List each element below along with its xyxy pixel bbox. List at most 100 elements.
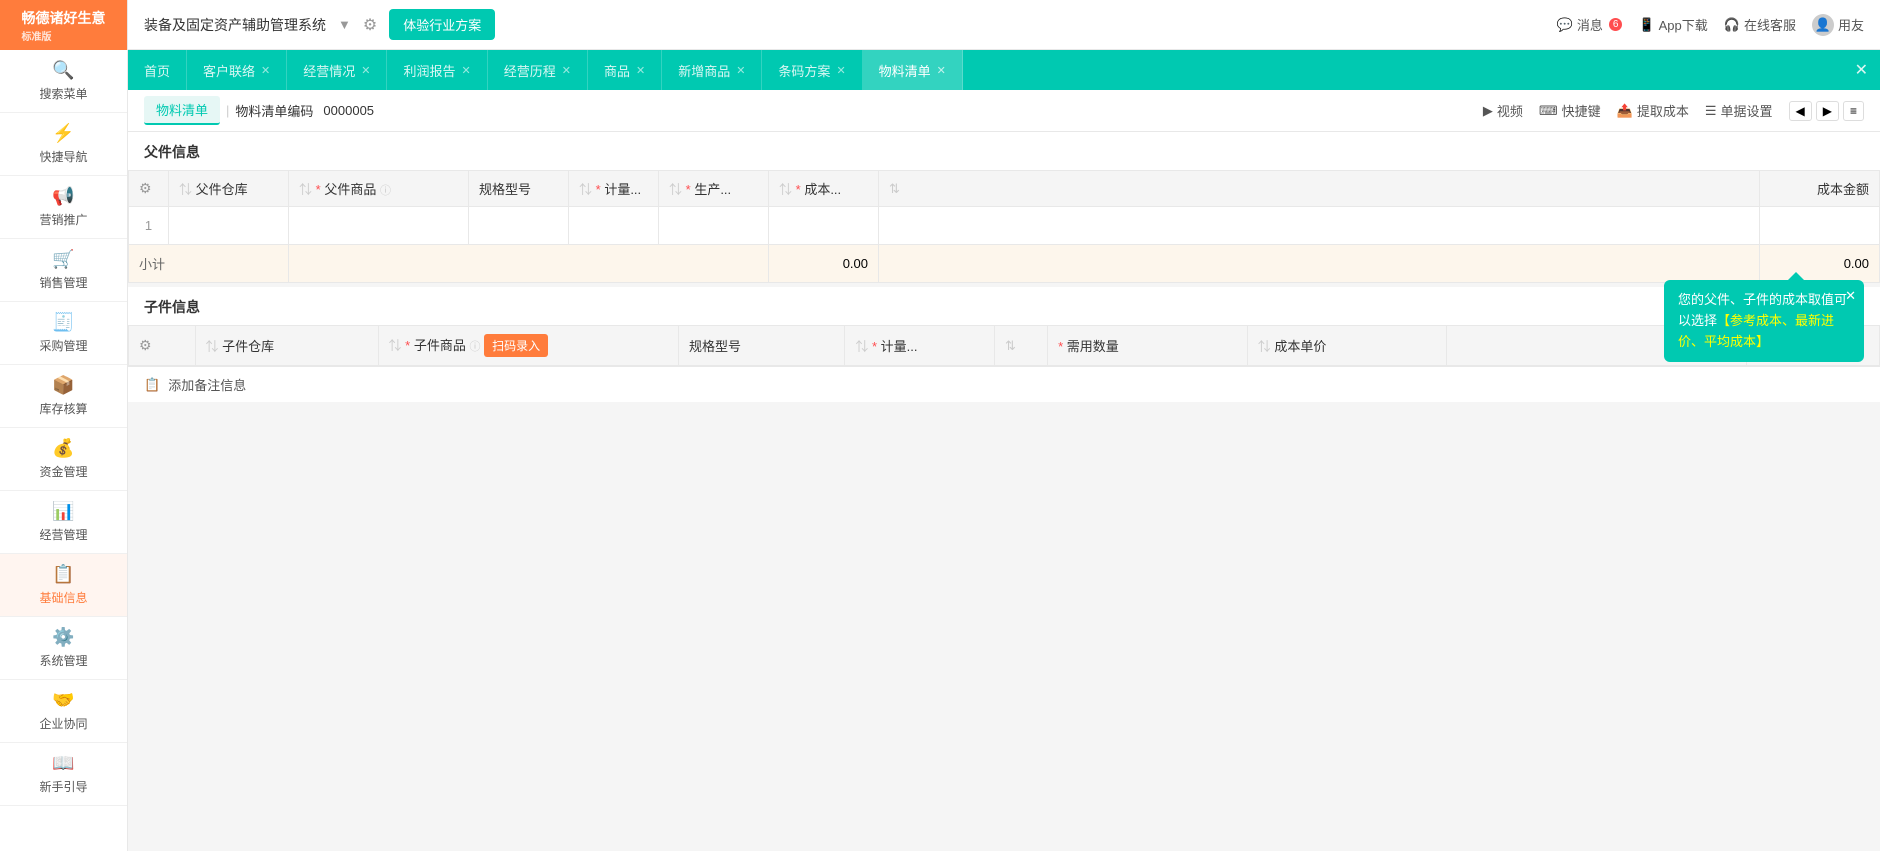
view-label: 视频 [1497,101,1523,120]
parent-row-1-num: 1 [129,207,169,245]
nav-tab-close-goods[interactable]: ✕ [636,64,645,77]
single-settings-action[interactable]: ☰ 单据设置 [1705,101,1773,120]
parent-col-settings: ⚙ [129,171,169,207]
message-action[interactable]: 💬 消息 6 [1557,15,1623,34]
nav-tab-operations-status[interactable]: 经营情况✕ [287,50,387,90]
nav-tab-barcode[interactable]: 条码方案 ✕ [762,50,862,90]
app-logo: 畅德诸好生意 标准版 [0,0,127,50]
next-btn[interactable]: ▶ [1816,101,1839,121]
app-download-action[interactable]: 📱 App下载 [1638,15,1707,34]
required-mark3: * [686,182,695,197]
hotkey-action[interactable]: ⌨ 快捷键 [1539,101,1601,120]
extract-cost-action[interactable]: 📤 提取成本 [1617,101,1689,120]
required-mark4: * [796,182,805,197]
finance-icon: 💰 [52,438,74,459]
parent-settings-icon[interactable]: ⚙ [139,180,152,196]
child-settings-icon[interactable]: ⚙ [139,337,152,353]
sidebar-item-search[interactable]: 🔍搜索菜单 [0,50,127,113]
quick-nav-icon: ⚡ [52,123,74,144]
child-sort-icon4: ⇅ [1258,339,1271,354]
nav-tab-close-ops-history[interactable]: ✕ [562,64,571,77]
parent-section: 父件信息 ⚙ ⇅ 父件仓库 ⇅ [128,132,1880,283]
hotkey-label: 快捷键 [1562,101,1601,120]
parent-subtotal-cost-value: 0.00 [843,256,868,271]
view-action[interactable]: ▶ 视频 [1483,101,1523,120]
parent-col-costamt: 成本金额 [1760,171,1880,207]
tooltip-close-btn[interactable]: ✕ [1845,286,1856,307]
menu-btn[interactable]: ≡ [1843,101,1864,121]
nav-tab-close-profit-report[interactable]: ✕ [462,64,471,77]
parent-row-1-warehouse[interactable] [169,207,289,245]
nav-tab-label-new-goods: 新增商品 [678,61,730,80]
sort-icon6: ⇅ [879,171,1760,207]
sidebar-item-sales[interactable]: 🛒销售管理 [0,239,127,302]
operations-icon: 📊 [52,501,74,522]
child-section: 子件信息 ⚙ ⇅ 子件仓库 ⇅ [128,287,1880,366]
parent-row-1-goods[interactable] [289,207,469,245]
close-all-tabs[interactable]: ✕ [1843,60,1880,80]
nav-tab-close-bom[interactable]: ✕ [937,64,946,77]
sidebar-item-guide[interactable]: 📖新手引导 [0,743,127,806]
parent-row-1-spec[interactable] [469,207,569,245]
parent-mfg-label: 生产... [694,182,731,197]
parent-col-mfg: ⇅ * 生产... [659,171,769,207]
breadcrumb-separator: | [226,103,229,118]
sidebar-item-marketing[interactable]: 📢营销推广 [0,176,127,239]
parent-table-header: ⚙ ⇅ 父件仓库 ⇅ * 父件商品 ⓘ [129,171,1880,207]
parent-unit-label: 计量... [604,182,641,197]
child-col-spec: 规格型号 [678,326,844,366]
parent-row-1-cost[interactable] [769,207,879,245]
scan-btn[interactable]: 扫码录入 [484,334,548,357]
nav-tab-home[interactable]: 首页 [128,50,187,90]
nav-tab-close-barcode[interactable]: ✕ [836,64,845,77]
sidebar-item-purchase[interactable]: 🧾采购管理 [0,302,127,365]
sort-icon5: ⇅ [779,182,792,197]
marketing-icon: 📢 [52,186,74,207]
nav-tab-bom[interactable]: 物料清单✕ [863,50,963,90]
nav-tab-close-customer[interactable]: ✕ [261,64,270,77]
extract-cost-label: 提取成本 [1637,101,1689,120]
sidebar-item-inventory[interactable]: 📦库存核算 [0,365,127,428]
sidebar-item-basic-info[interactable]: 📋基础信息 [0,554,127,617]
settings-icon[interactable]: ⚙ [363,15,377,35]
parent-subtotal-mid [289,245,769,283]
child-col-goods: ⇅ * 子件商品 ⓘ 扫码录入 [378,326,678,366]
nav-tab-label-barcode: 条码方案 [778,61,830,80]
nav-tab-close-operations-status[interactable]: ✕ [361,64,370,77]
cost-tooltip: ✕ 您的父件、子件的成本取值可以选择【参考成本、最新进价、平均成本】 [1664,280,1864,362]
content-area: ✕ 您的父件、子件的成本取值可以选择【参考成本、最新进价、平均成本】 父件信息 … [128,132,1880,851]
user-action[interactable]: 👤 用友 [1812,14,1864,36]
sub-tab-bom[interactable]: 物料清单 [144,96,220,125]
nav-tab-ops-history[interactable]: 经营历程✕ [488,50,588,90]
sidebar-item-finance[interactable]: 💰资金管理 [0,428,127,491]
logo-line1: 畅德诸好生意 [22,8,106,28]
experience-btn[interactable]: 体验行业方案 [389,9,495,40]
sidebar-item-operations[interactable]: 📊经营管理 [0,491,127,554]
prev-btn[interactable]: ◀ [1789,101,1812,121]
online-service-action[interactable]: 🎧 在线客服 [1724,15,1796,34]
nav-tab-customer[interactable]: 客户联络✕ [187,50,287,90]
child-table: ⚙ ⇅ 子件仓库 ⇅ * 子件商品 ⓘ 扫码录入 [128,325,1880,366]
system-title: 装备及固定资产辅助管理系统 [144,15,326,35]
bottom-text[interactable]: 添加备注信息 [168,375,246,394]
video-icon: ▶ [1483,103,1493,119]
parent-subtotal-row: 小计 0.00 0.00 [129,245,1880,283]
parent-col-unit: ⇅ * 计量... [569,171,659,207]
nav-tab-close-new-goods[interactable]: ✕ [736,64,745,77]
child-sort-icon2: ⇅ [389,338,402,353]
nav-tab-label-profit-report: 利润报告 [403,61,455,80]
nav-tab-goods[interactable]: 商品✕ [588,50,662,90]
sidebar-item-cooperation[interactable]: 🤝企业协同 [0,680,127,743]
child-unitcost-label: 成本单价 [1274,339,1326,354]
dropdown-arrow-icon[interactable]: ▼ [338,17,351,32]
sort-icon: ⇅ [179,182,192,197]
parent-warehouse-label: 父件仓库 [196,182,248,197]
parent-row-1-mfg[interactable] [659,207,769,245]
parent-subtotal-total-value: 0.00 [1844,256,1869,271]
parent-row-1-unit[interactable] [569,207,659,245]
child-help-icon: ⓘ [469,341,480,353]
nav-tab-profit-report[interactable]: 利润报告 ✕ [387,50,487,90]
nav-tab-new-goods[interactable]: 新增商品 ✕ [662,50,762,90]
sidebar-item-quick-nav[interactable]: ⚡快捷导航 [0,113,127,176]
sidebar-item-system[interactable]: ⚙️系统管理 [0,617,127,680]
